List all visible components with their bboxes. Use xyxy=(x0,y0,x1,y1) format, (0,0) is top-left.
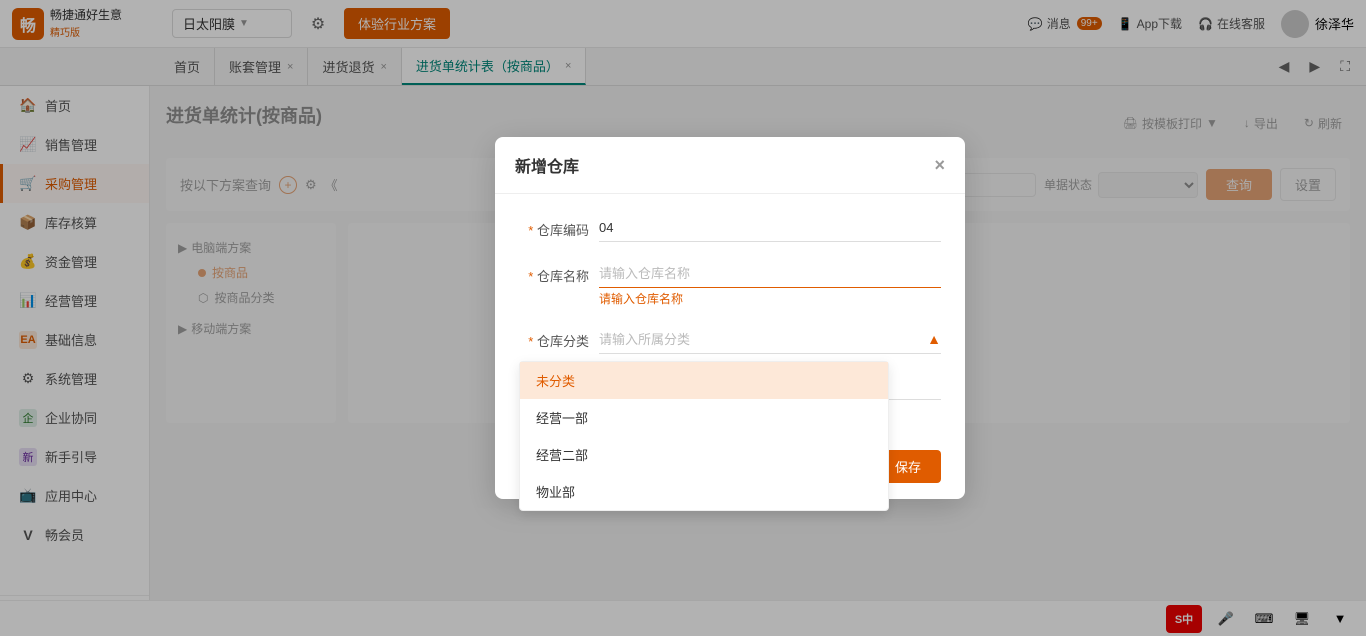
category-chevron-icon[interactable]: ▲ xyxy=(927,331,941,347)
required-star2: * xyxy=(528,269,533,284)
modal-close-button[interactable]: × xyxy=(934,155,945,176)
name-field-wrap: 请输入仓库名称 xyxy=(599,260,941,307)
code-field-wrap xyxy=(599,214,941,242)
dropdown-item-property[interactable]: 物业部 xyxy=(520,473,888,510)
category-dropdown-wrapper: ▲ 未分类 经营一部 经营二部 物业部 xyxy=(599,325,941,354)
category-label: * 仓库分类 xyxy=(519,325,599,350)
warehouse-name-input[interactable] xyxy=(599,260,941,288)
form-row-name: * 仓库名称 请输入仓库名称 xyxy=(519,260,941,307)
required-star: * xyxy=(528,223,533,238)
form-row-category: * 仓库分类 ▲ 未分类 经营一部 经营二部 物业部 xyxy=(519,325,941,354)
category-dropdown-list: 未分类 经营一部 经营二部 物业部 xyxy=(519,361,889,511)
category-input[interactable] xyxy=(599,332,927,347)
modal-new-warehouse: 新增仓库 × * 仓库编码 * 仓库名称 请输入仓库名称 xyxy=(495,137,965,499)
form-row-code: * 仓库编码 xyxy=(519,214,941,242)
code-label: * 仓库编码 xyxy=(519,214,599,239)
modal-header: 新增仓库 × xyxy=(495,137,965,194)
dropdown-item-dept1[interactable]: 经营一部 xyxy=(520,399,888,436)
required-star3: * xyxy=(528,334,533,349)
modal-title: 新增仓库 xyxy=(515,153,579,177)
warehouse-code-input[interactable] xyxy=(599,214,941,242)
dropdown-item-dept2[interactable]: 经营二部 xyxy=(520,436,888,473)
category-input-row: ▲ xyxy=(599,325,941,354)
modal-body: * 仓库编码 * 仓库名称 请输入仓库名称 * 仓库分类 xyxy=(495,194,965,438)
name-label: * 仓库名称 xyxy=(519,260,599,285)
name-error-msg: 请输入仓库名称 xyxy=(599,290,941,307)
dropdown-item-unclassified[interactable]: 未分类 xyxy=(520,362,888,399)
